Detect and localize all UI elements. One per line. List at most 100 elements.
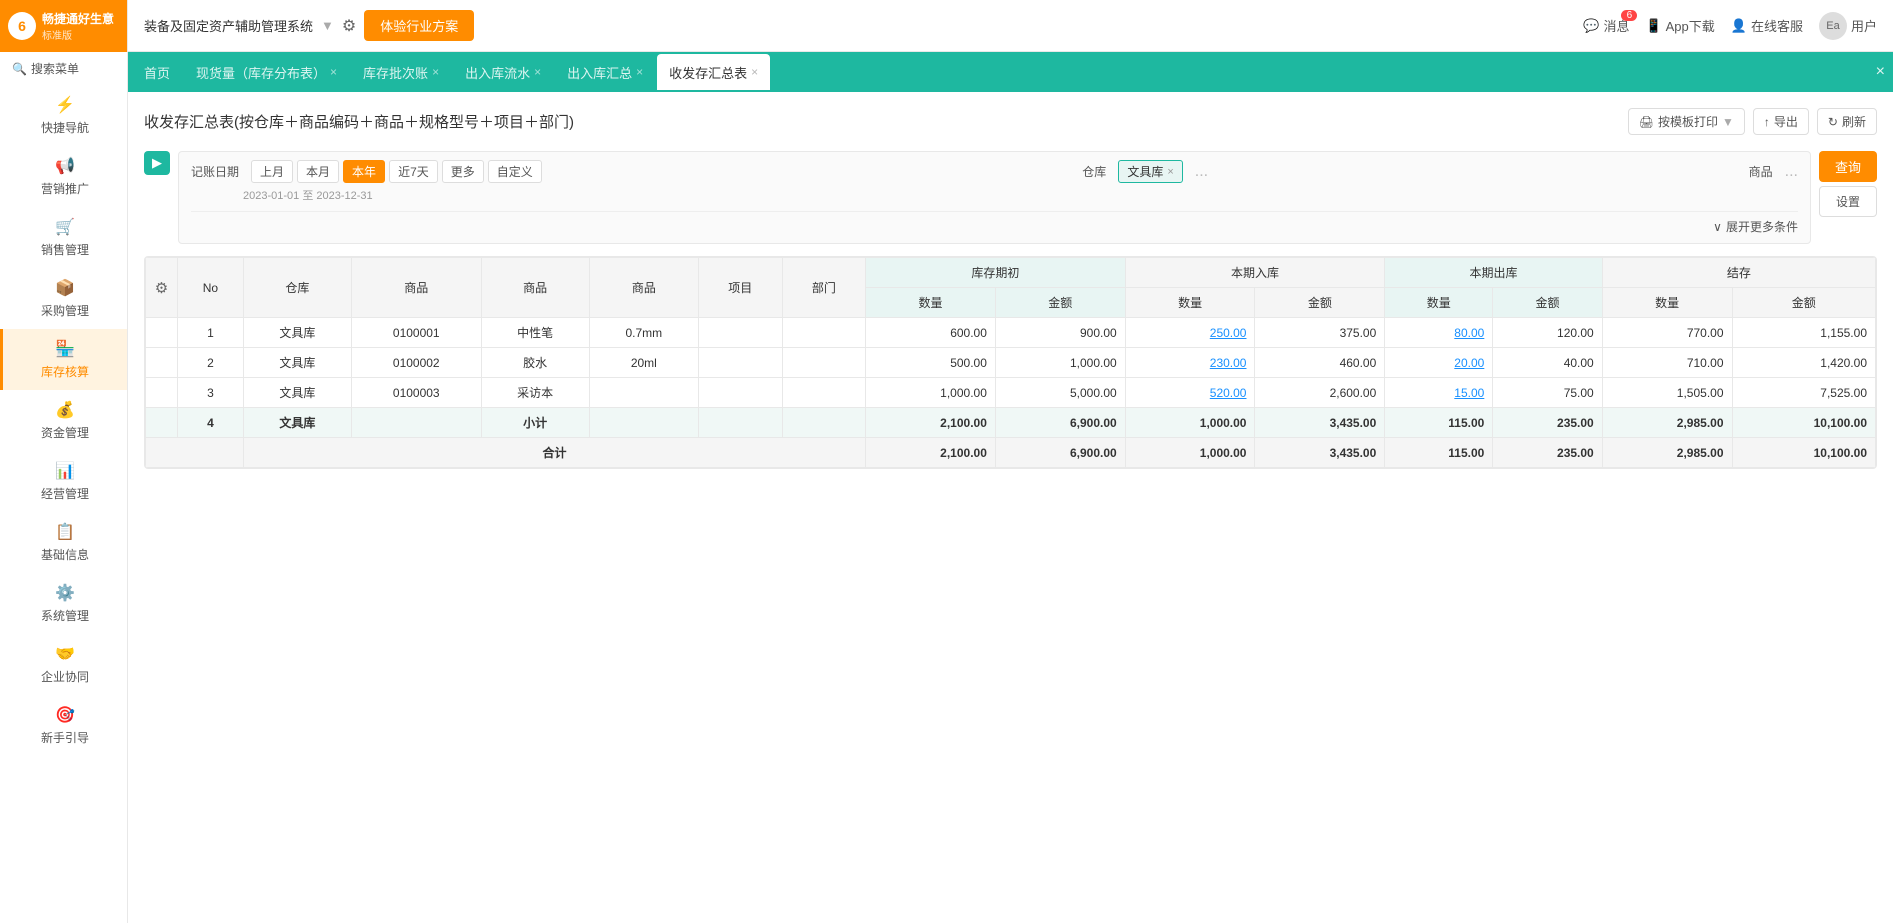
cell-opening-qty: 600.00 bbox=[866, 318, 996, 348]
table-row: 3文具库0100003采访本1,000.005,000.00520.002,60… bbox=[146, 378, 1876, 408]
cell-dept bbox=[782, 348, 866, 378]
filter-btn-last-month[interactable]: 上月 bbox=[251, 160, 293, 183]
online-service-button[interactable]: 👤 在线客服 bbox=[1731, 16, 1803, 35]
cell-goods-spec: 0.7mm bbox=[589, 318, 698, 348]
filter-btn-more[interactable]: 更多 bbox=[442, 160, 484, 183]
col-project-header: 项目 bbox=[699, 258, 783, 318]
cell-out-amt: 120.00 bbox=[1493, 318, 1602, 348]
filter-btn-this-year[interactable]: 本年 bbox=[343, 160, 385, 183]
cell-goods-spec bbox=[589, 408, 698, 438]
sidebar-item-purchase[interactable]: 📦 采购管理 bbox=[0, 268, 127, 329]
sidebar-item-inventory[interactable]: 🏪 库存核算 bbox=[0, 329, 127, 390]
filter-toggle-button[interactable]: ▶ bbox=[144, 151, 170, 175]
filter-warehouse-dots[interactable]: ... bbox=[1195, 163, 1208, 181]
filter-date-label: 记账日期 bbox=[191, 163, 239, 180]
sidebar-item-operations[interactable]: 📊 经营管理 bbox=[0, 451, 127, 512]
sidebar-item-marketing[interactable]: 📢 营销推广 bbox=[0, 146, 127, 207]
cell-out-qty[interactable]: 80.00 bbox=[1385, 318, 1493, 348]
cell-in-qty[interactable]: 250.00 bbox=[1125, 318, 1255, 348]
sidebar-item-quick[interactable]: ⚡ 快捷导航 bbox=[0, 85, 127, 146]
cell-in-amt: 460.00 bbox=[1255, 348, 1385, 378]
tab-batch[interactable]: 库存批次账 × bbox=[351, 54, 451, 90]
filter-warehouse-label: 仓库 bbox=[1082, 163, 1106, 180]
tab-batch-close[interactable]: × bbox=[432, 65, 439, 79]
cell-goods-code bbox=[351, 408, 481, 438]
cell-settings bbox=[146, 408, 178, 438]
cell-out-qty: 115.00 bbox=[1385, 408, 1493, 438]
cell-in-amt: 3,435.00 bbox=[1255, 408, 1385, 438]
filter-warehouse-remove[interactable]: × bbox=[1167, 166, 1173, 178]
cell-out-qty[interactable]: 20.00 bbox=[1385, 348, 1493, 378]
avatar: Ea bbox=[1819, 12, 1847, 40]
col-goodsspec-header: 商品 bbox=[589, 258, 698, 318]
cell-closing-qty: 710.00 bbox=[1602, 348, 1732, 378]
system-icon: ⚙️ bbox=[55, 583, 75, 603]
tab-inventory-dist-close[interactable]: × bbox=[330, 65, 337, 79]
tab-home[interactable]: 首页 bbox=[132, 54, 182, 90]
sidebar-item-finance[interactable]: 💰 资金管理 bbox=[0, 390, 127, 451]
filter-btn-7days[interactable]: 近7天 bbox=[389, 160, 438, 183]
tab-inventory-dist[interactable]: 现货量（库存分布表） × bbox=[184, 54, 349, 90]
query-button[interactable]: 查询 bbox=[1819, 151, 1877, 182]
table-footer-row: 合计 2,100.00 6,900.00 1,000.00 3,435.00 1… bbox=[146, 438, 1876, 468]
cell-in-qty[interactable]: 230.00 bbox=[1125, 348, 1255, 378]
filter-goods-dots[interactable]: ... bbox=[1785, 163, 1798, 181]
refresh-label: 刷新 bbox=[1842, 113, 1866, 130]
print-button[interactable]: 🖨 按模板打印 ▼ bbox=[1628, 108, 1745, 135]
app-download-button[interactable]: 📱 App下载 bbox=[1645, 16, 1714, 35]
trial-button[interactable]: 体验行业方案 bbox=[364, 10, 474, 41]
message-button[interactable]: 💬 消息 6 bbox=[1583, 16, 1629, 35]
table-row: 1文具库0100001中性笔0.7mm600.00900.00250.00375… bbox=[146, 318, 1876, 348]
sidebar-item-system[interactable]: ⚙️ 系统管理 bbox=[0, 573, 127, 634]
cell-goods-code: 0100003 bbox=[351, 378, 481, 408]
tab-summary-close[interactable]: × bbox=[636, 65, 643, 79]
cell-in-qty: 1,000.00 bbox=[1125, 408, 1255, 438]
tab-collect-close[interactable]: × bbox=[751, 65, 758, 79]
refresh-button[interactable]: ↻ 刷新 bbox=[1817, 108, 1877, 135]
cell-closing-amt: 1,420.00 bbox=[1732, 348, 1875, 378]
tab-flow[interactable]: 出入库流水 × bbox=[453, 54, 553, 90]
logo-text: 畅捷通好生意 标准版 bbox=[42, 10, 114, 42]
cell-settings bbox=[146, 348, 178, 378]
cell-warehouse: 文具库 bbox=[243, 348, 351, 378]
cell-opening-qty: 1,000.00 bbox=[866, 378, 996, 408]
cell-warehouse: 文具库 bbox=[243, 408, 351, 438]
cell-project bbox=[699, 318, 783, 348]
sidebar-item-sales[interactable]: 🛒 销售管理 bbox=[0, 207, 127, 268]
user-menu[interactable]: Ea 用户 bbox=[1819, 12, 1877, 40]
dropdown-icon: ▼ bbox=[321, 18, 334, 33]
filter-expand-row: ∨ 展开更多条件 bbox=[191, 211, 1798, 235]
filter-expand-button[interactable]: ∨ 展开更多条件 bbox=[1713, 218, 1798, 235]
page-title-row: 收发存汇总表(按仓库＋商品编码＋商品＋规格型号＋项目＋部门) 🖨 按模板打印 ▼… bbox=[144, 108, 1877, 135]
cell-dept bbox=[782, 318, 866, 348]
tab-collect[interactable]: 收发存汇总表 × bbox=[657, 54, 770, 90]
col-goodscode-header: 商品 bbox=[351, 258, 481, 318]
tab-flow-close[interactable]: × bbox=[534, 65, 541, 79]
sidebar-item-label: 基础信息 bbox=[41, 546, 89, 563]
col-in-qty-header: 数量 bbox=[1125, 288, 1255, 318]
filter-btn-custom[interactable]: 自定义 bbox=[488, 160, 542, 183]
cell-warehouse: 文具库 bbox=[243, 378, 351, 408]
export-button[interactable]: ↑ 导出 bbox=[1753, 108, 1809, 135]
tabs-close-all-button[interactable]: × bbox=[1872, 59, 1889, 85]
cell-opening-amt: 1,000.00 bbox=[995, 348, 1125, 378]
cell-out-qty[interactable]: 15.00 bbox=[1385, 378, 1493, 408]
settings-button[interactable]: 设置 bbox=[1819, 186, 1877, 217]
table-settings-icon[interactable]: ⚙ bbox=[155, 280, 168, 297]
footer-opening-qty: 2,100.00 bbox=[866, 438, 996, 468]
gear-button[interactable]: ⚙ bbox=[342, 16, 356, 36]
sidebar-item-label: 库存核算 bbox=[41, 363, 89, 380]
footer-out-qty: 115.00 bbox=[1385, 438, 1493, 468]
tab-summary[interactable]: 出入库汇总 × bbox=[555, 54, 655, 90]
cell-no: 2 bbox=[178, 348, 244, 378]
filter-btn-this-month[interactable]: 本月 bbox=[297, 160, 339, 183]
tabs-bar: 首页 现货量（库存分布表） × 库存批次账 × 出入库流水 × 出入库汇总 × … bbox=[128, 52, 1893, 92]
col-dept-header: 部门 bbox=[782, 258, 866, 318]
sidebar-item-search[interactable]: 🔍 搜索菜单 bbox=[0, 52, 127, 85]
sidebar-item-guide[interactable]: 🎯 新手引导 bbox=[0, 695, 127, 756]
topbar-left: 装备及固定资产辅助管理系统 ▼ ⚙ 体验行业方案 bbox=[144, 10, 474, 41]
sidebar-item-enterprise[interactable]: 🤝 企业协同 bbox=[0, 634, 127, 695]
filter-expand-label: 展开更多条件 bbox=[1726, 218, 1798, 235]
sidebar-item-basic[interactable]: 📋 基础信息 bbox=[0, 512, 127, 573]
cell-in-qty[interactable]: 520.00 bbox=[1125, 378, 1255, 408]
